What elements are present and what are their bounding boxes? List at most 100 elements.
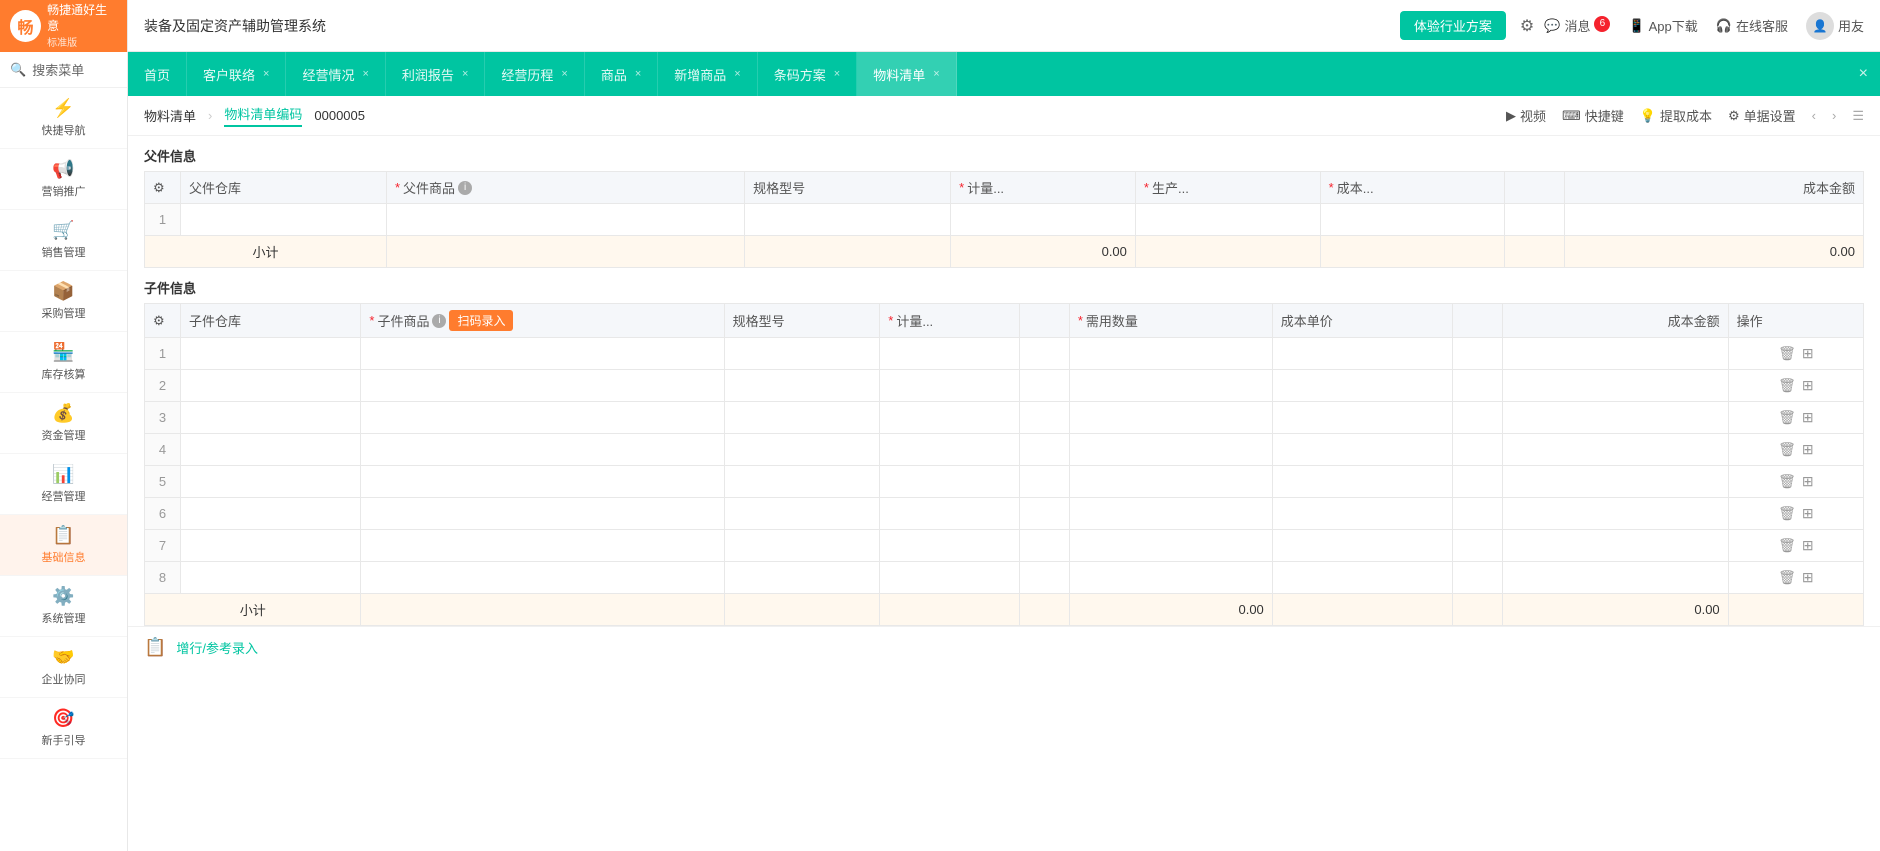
child-cell-product-6[interactable] [361, 498, 724, 530]
tab-close-goods[interactable]: × [635, 68, 641, 80]
child-col-gear[interactable]: ⚙ [145, 304, 181, 338]
breadcrumb-item-2[interactable]: 物料清单编码 [224, 104, 302, 127]
nav-prev[interactable]: ‹ [1812, 108, 1816, 123]
child-cell-unit-8[interactable] [880, 562, 1020, 594]
delete-icon-2[interactable]: 🗑 [1778, 377, 1796, 394]
delete-icon-5[interactable]: 🗑 [1778, 473, 1796, 490]
child-cell-qty-4[interactable] [1069, 434, 1272, 466]
user-item[interactable]: 👤 用友 [1806, 12, 1864, 40]
online-service-item[interactable]: 🎧 在线客服 [1716, 16, 1788, 35]
copy-icon-4[interactable]: ⊞ [1802, 441, 1814, 458]
child-cell-cost-amount-7[interactable] [1503, 530, 1728, 562]
child-cell-spec-8[interactable] [724, 562, 880, 594]
child-cell-warehouse-2[interactable] [181, 370, 361, 402]
action-single-config[interactable]: ⚙ 单据设置 [1728, 106, 1796, 125]
copy-icon-3[interactable]: ⊞ [1802, 409, 1814, 426]
copy-icon-8[interactable]: ⊞ [1802, 569, 1814, 586]
child-cell-unit-6[interactable] [880, 498, 1020, 530]
parent-product-info-icon[interactable]: i [458, 181, 472, 195]
sidebar-item-collab[interactable]: 🤝 企业协同 [0, 637, 127, 698]
child-cell-unit-cost-8[interactable] [1272, 562, 1452, 594]
child-cell-warehouse-1[interactable] [181, 338, 361, 370]
child-cell-spec-6[interactable] [724, 498, 880, 530]
child-cell-warehouse-6[interactable] [181, 498, 361, 530]
child-cell-product-2[interactable] [361, 370, 724, 402]
trial-button[interactable]: 体验行业方案 [1400, 11, 1506, 40]
tab-customer[interactable]: 客户联络 × [187, 52, 286, 96]
child-cell-qty-2[interactable] [1069, 370, 1272, 402]
copy-icon-2[interactable]: ⊞ [1802, 377, 1814, 394]
child-cell-spec-3[interactable] [724, 402, 880, 434]
child-cell-product-3[interactable] [361, 402, 724, 434]
child-cell-qty-6[interactable] [1069, 498, 1272, 530]
child-cell-product-8[interactable] [361, 562, 724, 594]
child-cell-warehouse-4[interactable] [181, 434, 361, 466]
nav-next[interactable]: › [1832, 108, 1836, 123]
delete-icon-7[interactable]: 🗑 [1778, 537, 1796, 554]
child-cell-warehouse-7[interactable] [181, 530, 361, 562]
action-video[interactable]: ▶ 视频 [1506, 106, 1546, 125]
action-shortcut[interactable]: ⌨ 快捷键 [1562, 106, 1624, 125]
child-cell-unit-cost-5[interactable] [1272, 466, 1452, 498]
child-cell-qty-8[interactable] [1069, 562, 1272, 594]
child-cell-unit-cost-4[interactable] [1272, 434, 1452, 466]
tab-close-operations[interactable]: × [362, 68, 368, 80]
child-cell-product-1[interactable] [361, 338, 724, 370]
child-cell-unit-cost-3[interactable] [1272, 402, 1452, 434]
child-cell-qty-3[interactable] [1069, 402, 1272, 434]
tab-close-barcode[interactable]: × [834, 68, 840, 80]
tab-bom[interactable]: 物料清单 × [857, 52, 956, 96]
tab-close-profit[interactable]: × [462, 68, 468, 80]
tab-close-history[interactable]: × [561, 68, 567, 80]
parent-cell-warehouse-1[interactable] [181, 204, 387, 236]
sidebar-item-basic-info[interactable]: 📋 基础信息 [0, 515, 127, 576]
child-cell-spec-2[interactable] [724, 370, 880, 402]
sidebar-item-marketing[interactable]: 📢 营销推广 [0, 149, 127, 210]
parent-cell-produce-1[interactable] [1135, 204, 1320, 236]
child-cell-product-7[interactable] [361, 530, 724, 562]
child-cell-unit-3[interactable] [880, 402, 1020, 434]
child-cell-cost-amount-2[interactable] [1503, 370, 1728, 402]
child-cell-cost-amount-4[interactable] [1503, 434, 1728, 466]
grid-view-icon[interactable]: ☰ [1852, 108, 1864, 124]
child-cell-qty-5[interactable] [1069, 466, 1272, 498]
child-cell-spec-4[interactable] [724, 434, 880, 466]
child-cell-cost-amount-8[interactable] [1503, 562, 1728, 594]
tab-operations[interactable]: 经营情况 × [286, 52, 385, 96]
child-product-info-icon[interactable]: i [432, 314, 446, 328]
parent-cell-cost-amount-1[interactable] [1565, 204, 1864, 236]
sidebar-item-guide[interactable]: 🎯 新手引导 [0, 698, 127, 759]
message-item[interactable]: 💬 消息 6 [1544, 16, 1610, 35]
tab-barcode[interactable]: 条码方案 × [758, 52, 857, 96]
child-cell-unit-2[interactable] [880, 370, 1020, 402]
copy-icon-6[interactable]: ⊞ [1802, 505, 1814, 522]
child-cell-unit-cost-2[interactable] [1272, 370, 1452, 402]
tab-close-customer[interactable]: × [263, 68, 269, 80]
sidebar-item-system[interactable]: ⚙️ 系统管理 [0, 576, 127, 637]
scan-input-btn[interactable]: 扫码录入 [449, 310, 513, 331]
child-cell-product-5[interactable] [361, 466, 724, 498]
tab-home[interactable]: 首页 [128, 52, 187, 96]
child-cell-cost-amount-3[interactable] [1503, 402, 1728, 434]
copy-icon-7[interactable]: ⊞ [1802, 537, 1814, 554]
add-row-label[interactable]: 增行/参考录入 [176, 638, 258, 657]
child-cell-product-4[interactable] [361, 434, 724, 466]
tab-goods[interactable]: 商品 × [585, 52, 658, 96]
parent-cell-product-1[interactable] [386, 204, 744, 236]
parent-cell-unit-1[interactable] [951, 204, 1136, 236]
child-cell-unit-cost-6[interactable] [1272, 498, 1452, 530]
child-cell-cost-amount-1[interactable] [1503, 338, 1728, 370]
sidebar-item-sales[interactable]: 🛒 销售管理 [0, 210, 127, 271]
copy-icon-1[interactable]: ⊞ [1802, 345, 1814, 362]
tab-profit[interactable]: 利润报告 × [386, 52, 485, 96]
child-cell-warehouse-5[interactable] [181, 466, 361, 498]
sidebar-item-inventory[interactable]: 🏪 库存核算 [0, 332, 127, 393]
sidebar-item-purchase[interactable]: 📦 采购管理 [0, 271, 127, 332]
child-cell-unit-7[interactable] [880, 530, 1020, 562]
child-cell-warehouse-8[interactable] [181, 562, 361, 594]
child-cell-unit-4[interactable] [880, 434, 1020, 466]
child-cell-unit-cost-1[interactable] [1272, 338, 1452, 370]
tab-new-goods[interactable]: 新增商品 × [658, 52, 757, 96]
delete-icon-6[interactable]: 🗑 [1778, 505, 1796, 522]
child-cell-unit-5[interactable] [880, 466, 1020, 498]
